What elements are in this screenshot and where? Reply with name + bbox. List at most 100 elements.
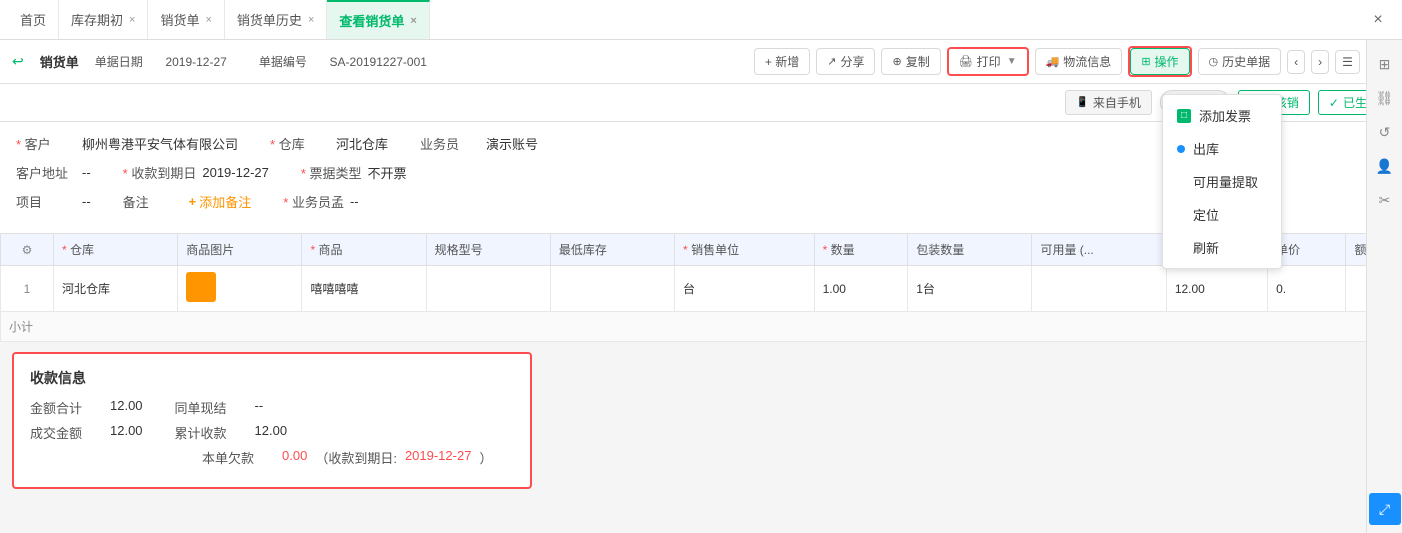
tab-close-view-sales[interactable]: × [410,15,416,27]
toolbar: ↩ 销货单 单据日期 2019-12-27 单据编号 SA-20191227-0… [0,40,1402,84]
row-spec [426,266,550,312]
payment-row-2: 成交金额 12.00 累计收款 12.00 [30,423,514,442]
history-button[interactable]: ◷ 历史单据 [1198,48,1282,75]
dropdown-available-qty[interactable]: 可用量提取 [1163,165,1281,198]
window-close-button[interactable]: × [1362,4,1394,36]
col-quantity: 数量 [814,234,908,266]
staff2-field: 业务员孟 -- [283,192,358,211]
staff2-label: 业务员孟 [283,192,344,211]
due-date-field: 收款到期日 2019-12-27 [123,163,269,182]
payment-empty [30,448,170,467]
project-value: -- [82,194,91,209]
col-settings: ⚙ [1,234,54,266]
customer-field: 客户 柳州粤港平安气体有限公司 [16,134,238,153]
right-icon-fullscreen[interactable]: ⤢ [1369,493,1401,525]
doc-icon: ↩ [12,53,24,70]
doc-type-label: 销货单 [40,52,79,71]
customer-label: 客户 [16,134,76,153]
col-available: 可用量 (... [1032,234,1166,266]
row-product: 嘻嘻嘻嘻 [302,266,426,312]
logistics-button[interactable]: 🚚 物流信息 [1035,48,1123,75]
row-no: 1 [1,266,54,312]
payment-row-1: 金额合计 12.00 同单现结 -- [30,398,514,417]
right-icon-user[interactable]: 👤 [1369,150,1401,182]
col-spec: 规格型号 [426,234,550,266]
note-label: 备注 [123,192,183,211]
print-button[interactable]: 🖨 打印 ▼ [947,47,1029,76]
col-warehouse: 仓库 [54,234,178,266]
subtotal-label: 小计 [1,312,1402,342]
dropdown-outbound[interactable]: 出库 [1163,132,1281,165]
right-icon-grid[interactable]: ⊞ [1369,48,1401,80]
staff2-value: -- [350,194,359,209]
new-button[interactable]: + 新增 [754,48,810,75]
staff-label: 业务员 [420,134,480,153]
row-warehouse: 河北仓库 [54,266,178,312]
from-phone-button[interactable]: 📱 来自手机 [1065,90,1151,115]
col-pack-qty: 包装数量 [908,234,1032,266]
table-row: 1 河北仓库 嘻嘻嘻嘻 台 1.00 1台 12.00 0. [1,266,1402,312]
ticket-type-label: 票据类型 [301,163,362,182]
customer-value: 柳州粤港平安气体有限公司 [82,134,238,153]
payment-same-settle: 同单现结 -- [175,398,264,417]
col-min-stock: 最低库存 [550,234,674,266]
row-quantity: 1.00 [814,266,908,312]
tab-home[interactable]: 首页 [8,0,59,39]
dropdown-add-invoice[interactable]: □ 添加发票 [1163,99,1281,132]
payment-title: 收款信息 [30,368,514,388]
tab-close-inventory[interactable]: × [129,14,135,26]
right-icon-refresh[interactable]: ↺ [1369,116,1401,148]
prev-button[interactable]: ‹ [1287,50,1305,74]
row-min-stock [550,266,674,312]
addr-label: 客户地址 [16,163,76,182]
staff-field: 业务员 演示账号 [420,134,538,153]
tab-sales-order[interactable]: 销货单 × [148,0,224,39]
copy-button[interactable]: ⊕ 复制 [881,48,940,75]
tab-inventory-init[interactable]: 库存期初 × [59,0,148,39]
payment-total: 金额合计 12.00 [30,398,143,417]
ticket-type-value: 不开票 [368,163,407,182]
doc-meta-no: 单据编号 SA-20191227-001 [259,53,443,70]
payment-owed: 本单欠款 0.00 （收款到期日: 2019-12-27 ） [202,448,492,467]
row-unit-price: 0. [1268,266,1346,312]
subtotal-row: 小计 [1,312,1402,342]
dropdown-menu: □ 添加发票 出库 可用量提取 定位 刷新 [1162,94,1282,269]
payment-section: 收款信息 金额合计 12.00 同单现结 -- 成交金额 12.00 累计收款 … [12,352,532,489]
col-product: 商品 [302,234,426,266]
payment-deal: 成交金额 12.00 [30,423,143,442]
doc-meta-date: 单据日期 2019-12-27 [95,53,243,70]
col-sales-unit: 销售单位 [675,234,815,266]
row-pack-qty: 1台 [908,266,1032,312]
doc-title-area: ↩ 销货单 单据日期 2019-12-27 单据编号 SA-20191227-0… [12,52,750,71]
right-icon-link[interactable]: ⛓ [1369,82,1401,114]
addr-value: -- [82,165,91,180]
dropdown-refresh[interactable]: 刷新 [1163,231,1281,264]
tab-close-history[interactable]: × [308,14,314,26]
warehouse-value: 河北仓库 [336,134,388,153]
row-sales-unit: 台 [675,266,815,312]
tab-bar: 首页 库存期初 × 销货单 × 销货单历史 × 查看销货单 × × [0,0,1402,40]
note-field: 备注 添加备注 [123,192,252,211]
operate-button-wrapper: ⊞ 操作 [1128,46,1191,77]
row-current-stock: 12.00 [1166,266,1267,312]
col-product-img: 商品图片 [178,234,302,266]
list-view-button[interactable]: ☰ [1335,50,1360,74]
right-panel: ⊞ ⛓ ↺ 👤 ✂ ⤢ [1366,40,1402,533]
project-field: 项目 -- [16,192,91,211]
share-button[interactable]: ↗ 分享 [816,48,875,75]
due-date-label: 收款到期日 [123,163,197,182]
warehouse-field: 仓库 河北仓库 [270,134,388,153]
tab-sales-history[interactable]: 销货单历史 × [225,0,327,39]
right-icon-tag[interactable]: ✂ [1369,184,1401,216]
dropdown-locate[interactable]: 定位 [1163,198,1281,231]
add-note-button[interactable]: 添加备注 [189,192,252,211]
tab-view-sales[interactable]: 查看销货单 × [327,0,429,39]
toolbar-actions: + 新增 ↗ 分享 ⊕ 复制 🖨 打印 ▼ 🚚 物流信息 ⊞ [754,46,1390,77]
row-product-img [178,266,302,312]
operate-button[interactable]: ⊞ 操作 [1130,48,1189,75]
warehouse-label: 仓库 [270,134,330,153]
tab-close-sales[interactable]: × [205,14,211,26]
product-image [186,272,216,302]
staff-value: 演示账号 [486,134,538,153]
next-button[interactable]: › [1311,50,1329,74]
